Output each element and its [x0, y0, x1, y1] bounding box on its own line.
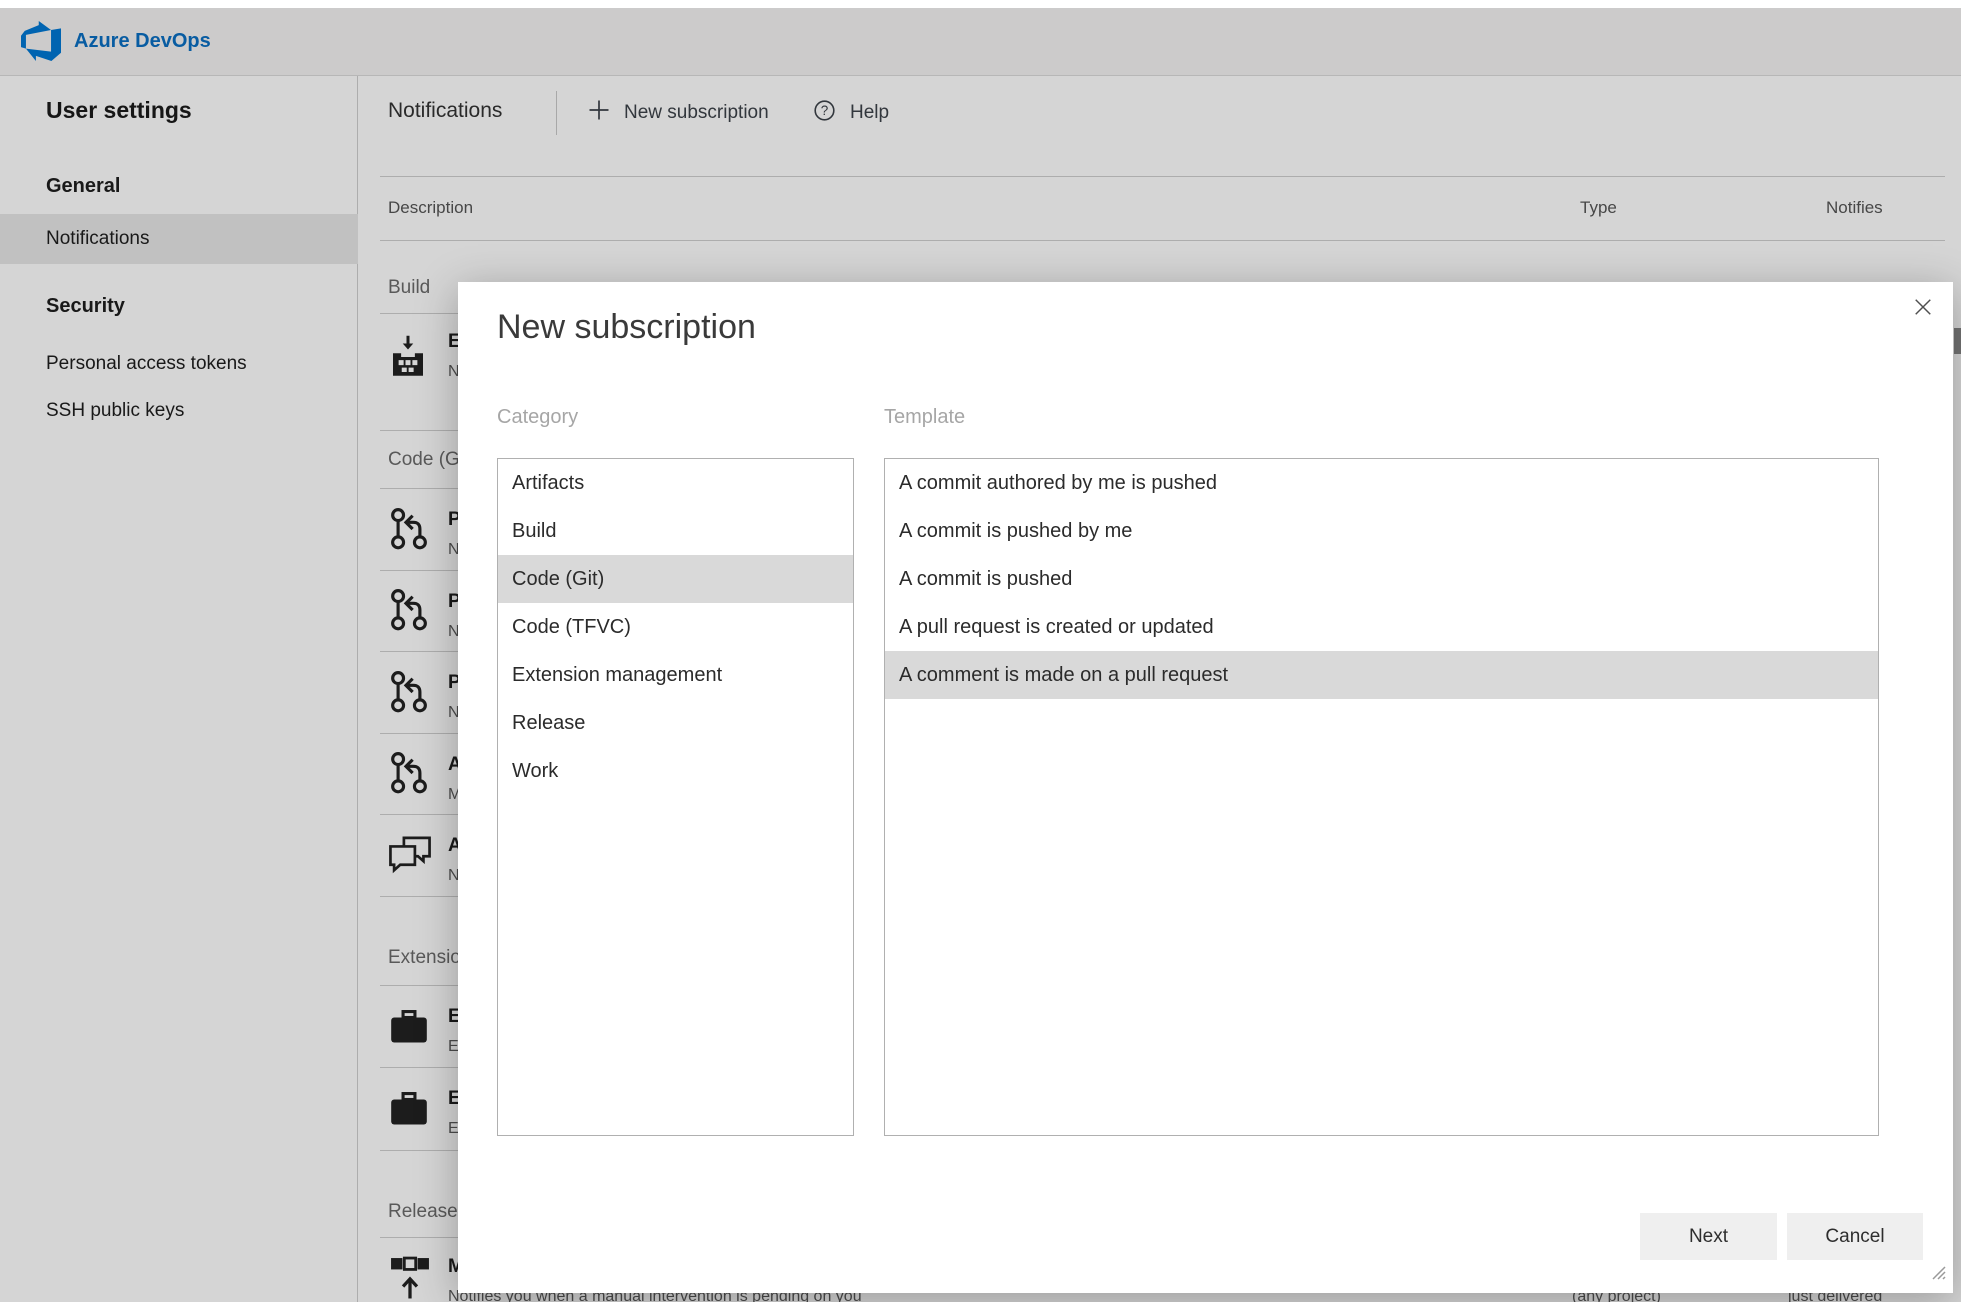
template-option-pull-request-created-updated[interactable]: A pull request is created or updated — [885, 603, 1878, 651]
close-icon[interactable] — [1908, 292, 1938, 322]
category-label: Category — [497, 406, 579, 428]
category-option-release[interactable]: Release — [498, 699, 853, 747]
template-option-commit-authored-pushed[interactable]: A commit authored by me is pushed — [885, 459, 1878, 507]
new-subscription-dialog: New subscription Category Template Artif… — [458, 282, 1953, 1293]
template-option-commit-pushed-by-me[interactable]: A commit is pushed by me — [885, 507, 1878, 555]
category-option-artifacts[interactable]: Artifacts — [498, 459, 853, 507]
category-listbox: Artifacts Build Code (Git) Code (TFVC) E… — [497, 458, 854, 1136]
category-option-work[interactable]: Work — [498, 747, 853, 795]
resize-gripper-icon[interactable] — [1929, 1263, 1947, 1286]
cancel-button[interactable]: Cancel — [1787, 1213, 1923, 1260]
template-label: Template — [884, 406, 966, 428]
category-option-extension-management[interactable]: Extension management — [498, 651, 853, 699]
category-option-code-git[interactable]: Code (Git) — [498, 555, 853, 603]
category-option-code-tfvc[interactable]: Code (TFVC) — [498, 603, 853, 651]
next-button[interactable]: Next — [1640, 1213, 1777, 1260]
dialog-title: New subscription — [497, 308, 756, 346]
category-option-build[interactable]: Build — [498, 507, 853, 555]
template-option-commit-pushed[interactable]: A commit is pushed — [885, 555, 1878, 603]
azure-devops-screen: Azure DevOps User settings General Notif… — [0, 0, 1961, 1302]
template-option-comment-on-pull-request[interactable]: A comment is made on a pull request — [885, 651, 1878, 699]
template-listbox: A commit authored by me is pushed A comm… — [884, 458, 1879, 1136]
